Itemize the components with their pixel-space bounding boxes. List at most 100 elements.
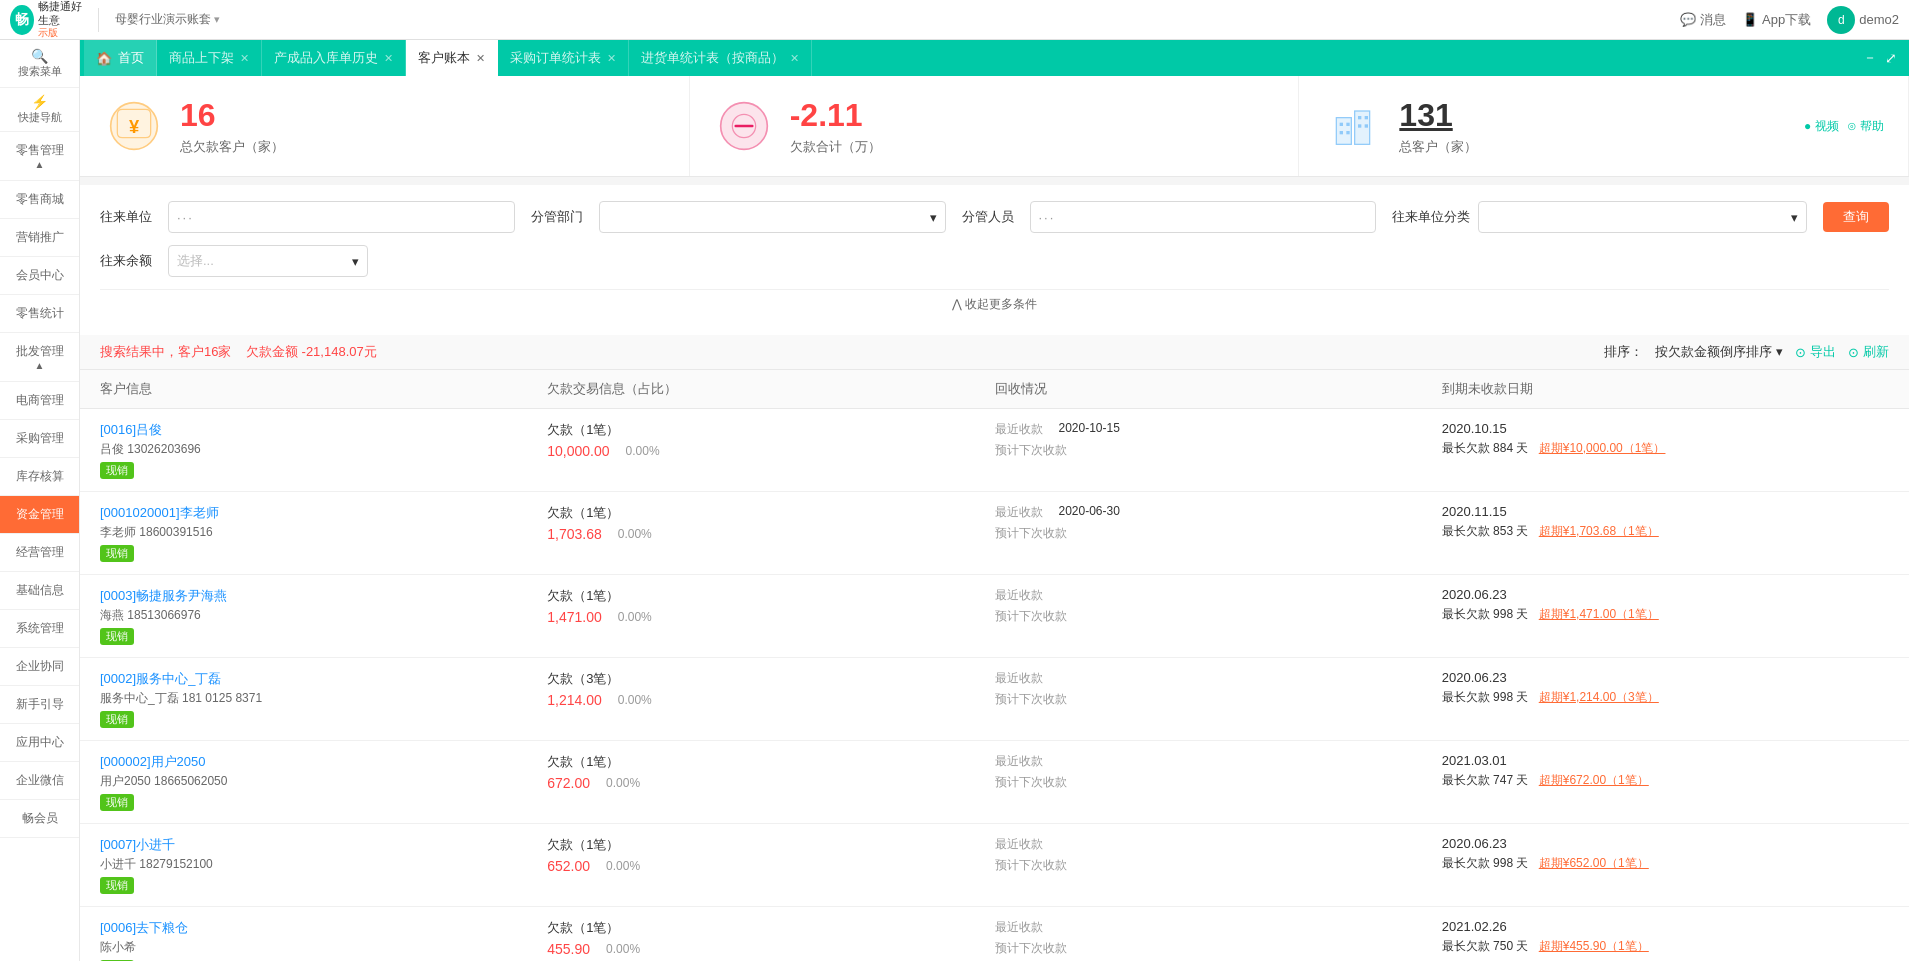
sidebar-item-finance[interactable]: 资金管理 bbox=[0, 496, 79, 534]
message-btn[interactable]: 💬 消息 bbox=[1680, 11, 1726, 29]
sidebar-item-batch-mgmt[interactable]: 批发管理 ▲ bbox=[0, 333, 79, 382]
tab-products[interactable]: 商品上下架 ✕ bbox=[157, 40, 262, 76]
minimize-icon[interactable]: － bbox=[1863, 49, 1877, 67]
overdue-link-5[interactable]: 超期¥652.00（1笔） bbox=[1539, 856, 1649, 870]
stats-row: ¥ 16 总欠款客户（家） bbox=[80, 76, 1909, 177]
sidebar-search-btn[interactable]: 🔍 搜索菜单 bbox=[0, 40, 79, 88]
maximize-icon[interactable]: ⤢ bbox=[1885, 50, 1897, 66]
recent-label-3: 最近收款 bbox=[995, 670, 1043, 687]
close-icon[interactable]: ✕ bbox=[607, 52, 616, 65]
debt-amount-value: -2.11 bbox=[790, 97, 1275, 134]
sidebar-item-vip[interactable]: 畅会员 bbox=[0, 800, 79, 838]
cell-customer-3: [0002]服务中心_丁磊 服务中心_丁磊 181 0125 8371 现销 bbox=[100, 670, 547, 728]
close-icon[interactable]: ✕ bbox=[790, 52, 799, 65]
sidebar-item-system[interactable]: 系统管理 bbox=[0, 610, 79, 648]
customer-name-link-4[interactable]: [000002]用户2050 bbox=[100, 753, 547, 771]
logo-text: 畅捷通好生意 示版 bbox=[38, 0, 90, 38]
filter-balance: 往来余额 选择... ▾ bbox=[100, 245, 1889, 277]
cell-duedate-3: 2020.06.23 最长欠款 998 天 超期¥1,214.00（3笔） bbox=[1442, 670, 1889, 728]
filter-customer-input[interactable]: ··· bbox=[168, 201, 515, 233]
table-row: [0003]畅捷服务尹海燕 海燕 18513066976 现销 欠款（1笔） 1… bbox=[80, 575, 1909, 658]
filter-dept-select[interactable]: ▾ bbox=[599, 201, 946, 233]
sidebar-item-member[interactable]: 会员中心 bbox=[0, 257, 79, 295]
max-days-3: 最长欠款 998 天 bbox=[1442, 690, 1535, 704]
cell-customer-6: [0006]去下粮仓 陈小希 现销 bbox=[100, 919, 547, 961]
help-btn[interactable]: ⊙ 帮助 bbox=[1847, 118, 1884, 135]
overdue-link-1[interactable]: 超期¥1,703.68（1笔） bbox=[1539, 524, 1659, 538]
filter-dept: 分管部门 ▾ bbox=[531, 201, 946, 233]
customer-sub-1: 李老师 18600391516 bbox=[100, 524, 547, 541]
max-days-1: 最长欠款 853 天 bbox=[1442, 524, 1535, 538]
recent-label-1: 最近收款 bbox=[995, 504, 1043, 521]
overdue-link-4[interactable]: 超期¥672.00（1笔） bbox=[1539, 773, 1649, 787]
filter-person-input[interactable]: ··· bbox=[1030, 201, 1377, 233]
sidebar-item-purchase[interactable]: 采购管理 bbox=[0, 420, 79, 458]
refresh-icon: ⊙ bbox=[1848, 345, 1859, 360]
filter-balance-select[interactable]: 选择... ▾ bbox=[168, 245, 368, 277]
debt-amount-2: 1,471.00 bbox=[547, 609, 602, 625]
sort-label: 排序： bbox=[1604, 343, 1643, 361]
debt-amount-1: 1,703.68 bbox=[547, 526, 602, 542]
sidebar-item-retail-mgmt[interactable]: 零售管理 ▲ bbox=[0, 132, 79, 181]
customer-name-link-1[interactable]: [0001020001]李老师 bbox=[100, 504, 547, 522]
collapse-bar[interactable]: ⋀ 收起更多条件 bbox=[100, 289, 1889, 319]
next-label-2: 预计下次收款 bbox=[995, 609, 1067, 623]
max-days-4: 最长欠款 747 天 bbox=[1442, 773, 1535, 787]
query-button[interactable]: 查询 bbox=[1823, 202, 1889, 232]
chevron-down-icon: ▲ bbox=[4, 159, 75, 170]
export-icon: ⊙ bbox=[1795, 345, 1806, 360]
customer-sub-2: 海燕 18513066976 bbox=[100, 607, 547, 624]
svg-rect-8 bbox=[1358, 116, 1361, 119]
overdue-link-0[interactable]: 超期¥10,000.00（1笔） bbox=[1539, 441, 1666, 455]
sidebar-item-retail-stats[interactable]: 零售统计 bbox=[0, 295, 79, 333]
debt-customers-value: 16 bbox=[180, 97, 665, 134]
tab-inbound-stats[interactable]: 进货单统计表（按商品） ✕ bbox=[629, 40, 812, 76]
close-icon[interactable]: ✕ bbox=[476, 52, 485, 65]
company-selector[interactable]: 母婴行业演示账套 ▾ bbox=[107, 11, 307, 28]
stat-card-actions: ● 视频 ⊙ 帮助 bbox=[1804, 118, 1884, 135]
sidebar-item-guide[interactable]: 新手引导 bbox=[0, 686, 79, 724]
stat-info-debt-customers: 16 总欠款客户（家） bbox=[180, 97, 665, 156]
sidebar-item-enterprise-wechat[interactable]: 企业微信 bbox=[0, 762, 79, 800]
chevron-down-icon: ▾ bbox=[930, 210, 937, 225]
sidebar-item-app-center[interactable]: 应用中心 bbox=[0, 724, 79, 762]
close-icon[interactable]: ✕ bbox=[240, 52, 249, 65]
filter-person-label: 分管人员 bbox=[962, 208, 1022, 226]
sidebar-item-operations[interactable]: 经营管理 bbox=[0, 534, 79, 572]
sidebar-item-marketing[interactable]: 营销推广 bbox=[0, 219, 79, 257]
customer-name-link-3[interactable]: [0002]服务中心_丁磊 bbox=[100, 670, 547, 688]
sort-select[interactable]: 按欠款金额倒序排序 ▾ bbox=[1655, 343, 1783, 361]
debt-amount-3: 1,214.00 bbox=[547, 692, 602, 708]
tab-production[interactable]: 产成品入库单历史 ✕ bbox=[262, 40, 406, 76]
due-date-5: 2020.06.23 bbox=[1442, 836, 1889, 851]
svg-text:¥: ¥ bbox=[129, 116, 140, 137]
app-download-btn[interactable]: 📱 App下载 bbox=[1742, 11, 1811, 29]
sidebar-item-ecommerce[interactable]: 电商管理 bbox=[0, 382, 79, 420]
customer-name-link-6[interactable]: [0006]去下粮仓 bbox=[100, 919, 547, 937]
video-btn[interactable]: ● 视频 bbox=[1804, 118, 1839, 135]
customer-name-link-0[interactable]: [0016]吕俊 bbox=[100, 421, 547, 439]
customer-name-link-2[interactable]: [0003]畅捷服务尹海燕 bbox=[100, 587, 547, 605]
logo-icon: 畅 bbox=[10, 5, 34, 35]
close-icon[interactable]: ✕ bbox=[384, 52, 393, 65]
overdue-link-3[interactable]: 超期¥1,214.00（3笔） bbox=[1539, 690, 1659, 704]
sidebar-item-enterprise[interactable]: 企业协同 bbox=[0, 648, 79, 686]
export-btn[interactable]: ⊙ 导出 bbox=[1795, 343, 1836, 361]
filter-category-select[interactable]: ▾ bbox=[1478, 201, 1807, 233]
refresh-btn[interactable]: ⊙ 刷新 bbox=[1848, 343, 1889, 361]
table-row: [0007]小进千 小进千 18279152100 现销 欠款（1笔） 652.… bbox=[80, 824, 1909, 907]
sidebar-item-retail-mall[interactable]: 零售商城 bbox=[0, 181, 79, 219]
sidebar-item-basic-info[interactable]: 基础信息 bbox=[0, 572, 79, 610]
overdue-link-2[interactable]: 超期¥1,471.00（1笔） bbox=[1539, 607, 1659, 621]
tab-controls: － ⤢ bbox=[1855, 49, 1905, 67]
sidebar-quick-nav[interactable]: ⚡ 快捷导航 bbox=[0, 88, 79, 132]
overdue-link-6[interactable]: 超期¥455.90（1笔） bbox=[1539, 939, 1649, 953]
next-label-3: 预计下次收款 bbox=[995, 692, 1067, 706]
tab-purchase-order[interactable]: 采购订单统计表 ✕ bbox=[498, 40, 629, 76]
user-avatar[interactable]: d demo2 bbox=[1827, 6, 1899, 34]
tab-customer-account[interactable]: 客户账本 ✕ bbox=[406, 40, 498, 76]
sidebar-item-inventory[interactable]: 库存核算 bbox=[0, 458, 79, 496]
customer-name-link-5[interactable]: [0007]小进千 bbox=[100, 836, 547, 854]
table-row: [000002]用户2050 用户2050 18665062050 现销 欠款（… bbox=[80, 741, 1909, 824]
tab-home[interactable]: 🏠 首页 bbox=[84, 40, 157, 76]
